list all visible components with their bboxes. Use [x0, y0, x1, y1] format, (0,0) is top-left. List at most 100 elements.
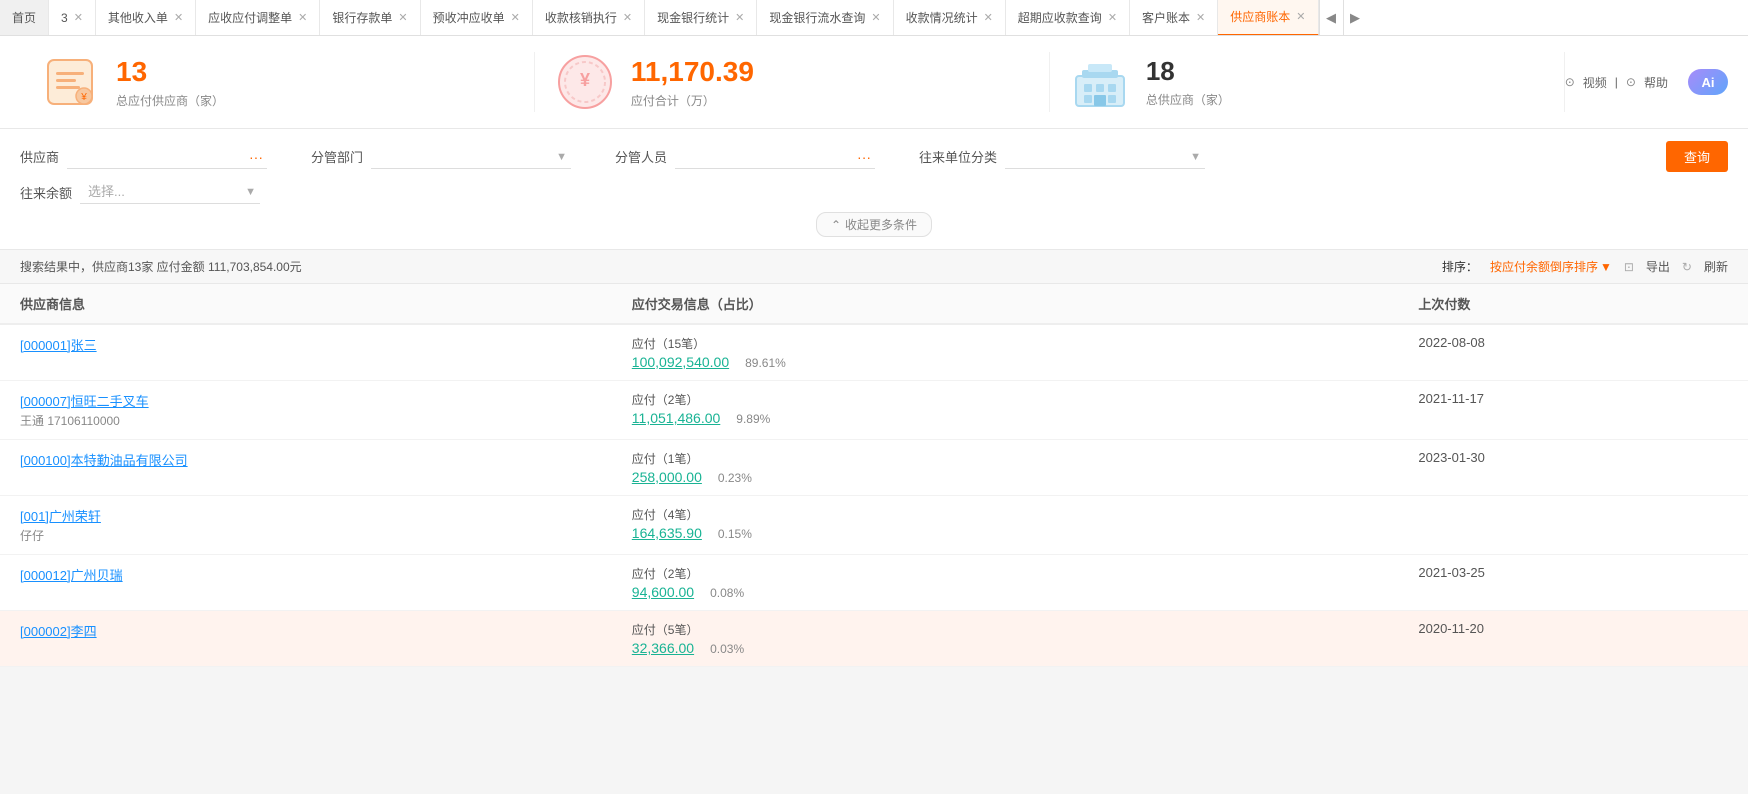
- person-dots-icon[interactable]: ···: [857, 149, 871, 165]
- supplier-link-2[interactable]: [000100]本特勤油品有限公司: [20, 453, 188, 468]
- close-supplier-ledger-icon[interactable]: ✕: [1296, 10, 1305, 23]
- close-collection-stat-icon[interactable]: ✕: [984, 11, 993, 24]
- help-link[interactable]: 帮助: [1644, 74, 1668, 91]
- supplier-filter-label: 供应商: [20, 147, 59, 166]
- payable-info-cell-4: 应付（2笔）94,600.000.08%: [612, 555, 1399, 611]
- last-pay-cell-1: 2021-11-17: [1398, 381, 1748, 440]
- total-suppliers-icon: [1070, 52, 1130, 112]
- payable-suppliers-num: 13: [116, 55, 224, 89]
- payable-amount-4[interactable]: 94,600.00: [632, 584, 694, 600]
- supplier-link-5[interactable]: [000002]李四: [20, 624, 97, 639]
- table-row: [000002]李四 应付（5笔）32,366.000.03%2020-11-20: [0, 611, 1748, 667]
- export-button[interactable]: 导出: [1646, 258, 1670, 275]
- nav-tab-home[interactable]: 首页: [0, 0, 49, 36]
- table-row: [000007]恒旺二手叉车王通 17106110000 应付（2笔）11,051…: [0, 381, 1748, 440]
- summary-card-payable-total: ¥ 11,170.39 应付合计（万）: [535, 52, 1050, 112]
- close-overdue-ar-icon[interactable]: ✕: [1108, 11, 1117, 24]
- svg-text:¥: ¥: [580, 70, 590, 90]
- filter-row-2: 往来余额 选择... ▼: [20, 180, 1728, 204]
- nav-next-button[interactable]: ▶: [1343, 0, 1367, 36]
- filter-supplier: 供应商 ···: [20, 145, 267, 169]
- payable-pct-0: 89.61%: [745, 356, 786, 370]
- supplier-sub-1: 王通 17106110000: [20, 412, 592, 429]
- payable-info-cell-3: 应付（4笔）164,635.900.15%: [612, 496, 1399, 555]
- main-table-wrap: 供应商信息 应付交易信息（占比） 上次付数 [000001]张三应付（15笔）1…: [0, 284, 1748, 667]
- person-filter-label: 分管人员: [615, 147, 667, 166]
- last-pay-cell-2: 2023-01-30: [1398, 440, 1748, 496]
- close-cash-bank-stat-icon[interactable]: ✕: [735, 11, 744, 24]
- nav-tab-ar-ap-adjust[interactable]: 应收应付调整单 ✕: [196, 0, 320, 36]
- close-other-income-icon[interactable]: ✕: [174, 11, 183, 24]
- ai-badge-label: Ai: [1702, 75, 1715, 90]
- dept-select-wrap: ▼: [371, 145, 571, 169]
- payable-amount-2[interactable]: 258,000.00: [632, 469, 702, 485]
- close-prepay-ar-icon[interactable]: ✕: [511, 11, 520, 24]
- sort-button[interactable]: 按应付余额倒序排序 ▼: [1490, 258, 1612, 275]
- supplier-info-cell-5: [000002]李四: [0, 611, 612, 667]
- payable-amount-0[interactable]: 100,092,540.00: [632, 354, 729, 370]
- supplier-link-1[interactable]: [000007]恒旺二手叉车: [20, 394, 149, 409]
- table-row: [000001]张三 应付（15笔） 100,092,540.00 89.61% 202…: [0, 324, 1748, 381]
- payable-label-0: 应付（15笔）: [632, 335, 1379, 352]
- supplier-link-4[interactable]: [000012]广州贝瑞: [20, 568, 123, 583]
- nav-tab-cash-bank-flow[interactable]: 现金银行流水查询 ✕: [757, 0, 893, 36]
- payable-label-2: 应付（1笔）: [632, 450, 1379, 467]
- nav-tab-customer-ledger[interactable]: 客户账本 ✕: [1130, 0, 1218, 36]
- table-row: [000012]广州贝瑞应付（2笔）94,600.000.08%2021-03-…: [0, 555, 1748, 611]
- supplier-input-wrap: ···: [67, 145, 267, 169]
- nav-tab-3[interactable]: 3 ✕: [49, 0, 96, 36]
- collapse-chevron-up-icon: ⌃: [831, 218, 841, 232]
- supplier-info-cell-0: [000001]张三: [0, 324, 612, 381]
- summary-total-suppliers-text: 18 总供应商（家）: [1146, 56, 1230, 108]
- close-bank-deposit-icon[interactable]: ✕: [398, 11, 407, 24]
- nav-tab-overdue-ar[interactable]: 超期应收款查询 ✕: [1006, 0, 1130, 36]
- nav-prev-button[interactable]: ◀: [1319, 0, 1343, 36]
- supplier-link-3[interactable]: [001]广州荣轩: [20, 509, 101, 524]
- close-ar-ap-adjust-icon[interactable]: ✕: [298, 11, 307, 24]
- results-right-actions: 排序： 按应付余额倒序排序 ▼ ⊡ 导出 ↻ 刷新: [1442, 258, 1728, 275]
- nav-tab-bank-deposit[interactable]: 银行存款单 ✕: [320, 0, 420, 36]
- nav-tab-collection-stat[interactable]: 收款情况统计 ✕: [894, 0, 1006, 36]
- nav-tab-other-income[interactable]: 其他收入单 ✕: [96, 0, 196, 36]
- supplier-link-0[interactable]: [000001]张三: [20, 338, 97, 353]
- dept-filter-label: 分管部门: [311, 147, 363, 166]
- supplier-info-cell-4: [000012]广州贝瑞: [0, 555, 612, 611]
- dept-select[interactable]: [371, 145, 571, 169]
- top-navigation: 首页 3 ✕ 其他收入单 ✕ 应收应付调整单 ✕ 银行存款单 ✕ 预收冲应收单 …: [0, 0, 1748, 36]
- total-suppliers-num: 18: [1146, 56, 1230, 87]
- close-customer-ledger-icon[interactable]: ✕: [1196, 11, 1205, 24]
- nav-tab-cash-bank-stat[interactable]: 现金银行统计 ✕: [645, 0, 757, 36]
- ai-badge-button[interactable]: Ai: [1688, 69, 1728, 95]
- supplier-input[interactable]: [67, 145, 267, 169]
- payable-amount-3[interactable]: 164,635.90: [632, 525, 702, 541]
- filter-balance: 往来余额 选择... ▼: [20, 180, 260, 204]
- close-cash-bank-flow-icon[interactable]: ✕: [871, 11, 880, 24]
- nav-tab-prepay-ar[interactable]: 预收冲应收单 ✕: [421, 0, 533, 36]
- payable-suppliers-label: 总应付供应商（家）: [116, 92, 224, 109]
- payable-info-cell-5: 应付（5笔）32,366.000.03%: [612, 611, 1399, 667]
- payable-amount-1[interactable]: 11,051,486.00: [632, 410, 721, 426]
- close-collection-writeoff-icon[interactable]: ✕: [623, 11, 632, 24]
- refresh-button[interactable]: 刷新: [1704, 258, 1728, 275]
- supplier-payable-icon: ¥: [40, 52, 100, 112]
- last-pay-cell-0: 2022-08-08: [1398, 324, 1748, 381]
- col-last-pay: 上次付数: [1398, 284, 1748, 324]
- person-input-wrap: ···: [675, 145, 875, 169]
- close-tab-3-icon[interactable]: ✕: [74, 11, 83, 24]
- supplier-dots-icon[interactable]: ···: [249, 149, 263, 165]
- supplier-info-cell-3: [001]广州荣轩仔仔: [0, 496, 612, 555]
- person-input[interactable]: [675, 145, 875, 169]
- category-select[interactable]: [1005, 145, 1205, 169]
- nav-tab-supplier-ledger[interactable]: 供应商账本 ✕: [1218, 0, 1318, 36]
- nav-tab-collection-writeoff[interactable]: 收款核销执行 ✕: [533, 0, 645, 36]
- summary-card-payable-suppliers: ¥ 13 总应付供应商（家）: [20, 52, 535, 112]
- balance-select[interactable]: 选择...: [80, 180, 260, 204]
- collapse-button[interactable]: ⌃ 收起更多条件: [816, 212, 932, 237]
- video-link[interactable]: 视频: [1583, 74, 1607, 91]
- last-pay-cell-5: 2020-11-20: [1398, 611, 1748, 667]
- summary-card-total-suppliers: 18 总供应商（家）: [1050, 52, 1565, 112]
- payable-info-cell-1: 应付（2笔）11,051,486.009.89%: [612, 381, 1399, 440]
- query-button[interactable]: 查询: [1666, 141, 1728, 172]
- col-supplier-info: 供应商信息: [0, 284, 612, 324]
- payable-amount-5[interactable]: 32,366.00: [632, 640, 694, 656]
